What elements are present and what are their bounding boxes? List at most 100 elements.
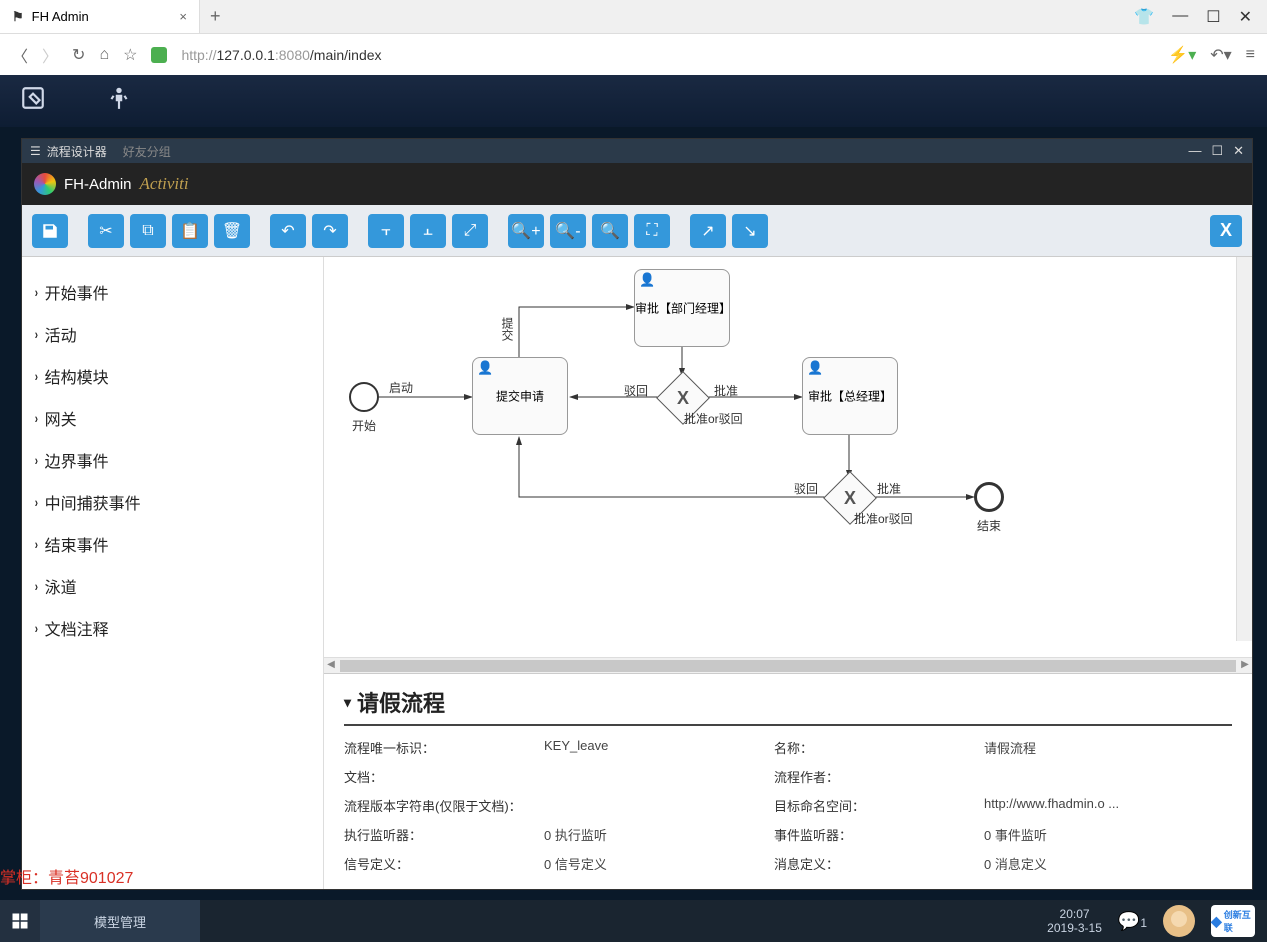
tab-bar: ⚑ FH Admin × + 👕 — ☐ ✕ (0, 0, 1267, 34)
prop-key: 消息定义： (774, 854, 984, 873)
star-icon[interactable]: ☆ (123, 45, 137, 65)
cut-button[interactable]: ✂ (88, 214, 124, 248)
chat-icon[interactable]: 💬1 (1118, 911, 1147, 932)
canvas-wrap: 开始 启动 👤 提交申请 提交 👤 审批【部门经理】 X 批准or驳回 驳回 批… (324, 257, 1252, 889)
modal-tab-friends[interactable]: 好友分组 (123, 143, 171, 160)
back-icon[interactable]: 〈 (12, 43, 28, 67)
zoom-out-button[interactable]: 🔍- (550, 214, 586, 248)
user-icon: 👤 (639, 272, 655, 288)
delete-button[interactable]: 🗑 (214, 214, 250, 248)
same-size-button[interactable]: ⤢ (452, 214, 488, 248)
clock[interactable]: 20:07 2019-3-15 (1047, 907, 1102, 936)
app-header (0, 75, 1267, 127)
user-icon: 👤 (807, 360, 823, 376)
save-button[interactable] (32, 214, 68, 248)
palette-swimlanes[interactable]: 泳道 (34, 565, 311, 607)
align-h-button[interactable]: ⫠ (410, 214, 446, 248)
palette-catch-events[interactable]: 中间捕获事件 (34, 481, 311, 523)
undo-dropdown-icon[interactable]: ↶▾ (1210, 45, 1231, 65)
palette-end-events[interactable]: 结束事件 (34, 523, 311, 565)
modal-tab-designer[interactable]: 流程设计器 (47, 143, 107, 160)
start-node[interactable] (349, 382, 379, 412)
menu-icon[interactable]: ≡ (1246, 46, 1255, 64)
paste-button[interactable]: 📋 (172, 214, 208, 248)
shield-icon[interactable] (151, 47, 167, 63)
prop-value[interactable]: 请假流程 (984, 738, 1232, 757)
flow-reject2-label: 驳回 (794, 480, 818, 497)
canvas[interactable]: 开始 启动 👤 提交申请 提交 👤 审批【部门经理】 X 批准or驳回 驳回 批… (324, 257, 1252, 657)
palette-annotations[interactable]: 文档注释 (34, 607, 311, 649)
window-controls: 👕 — ☐ ✕ (1134, 7, 1267, 27)
prop-key: 流程作者： (774, 767, 984, 786)
url-input[interactable]: http://127.0.0.1:8080/main/index (181, 47, 1154, 63)
palette: 开始事件 活动 结构模块 网关 边界事件 中间捕获事件 结束事件 泳道 文档注释 (22, 257, 324, 889)
task-submit-node[interactable]: 👤 提交申请 (472, 357, 568, 435)
bendpoint-remove-button[interactable]: ↘ (732, 214, 768, 248)
company-logo[interactable]: ◆创新互联 (1211, 905, 1255, 937)
compose-icon[interactable] (20, 85, 46, 118)
tab-favicon: ⚑ (12, 9, 24, 25)
props-title[interactable]: 请假流程 (344, 686, 1232, 726)
user-icon: 👤 (477, 360, 493, 376)
palette-gateways[interactable]: 网关 (34, 397, 311, 439)
prop-value[interactable] (544, 767, 774, 786)
close-x-button[interactable]: X (1210, 215, 1242, 247)
redo-button[interactable]: ↷ (312, 214, 348, 248)
menu-icon[interactable]: ☰ (30, 144, 41, 158)
prop-value[interactable]: 0 执行监听 (544, 825, 774, 844)
palette-activities[interactable]: 活动 (34, 313, 311, 355)
align-v-button[interactable]: ⫟ (368, 214, 404, 248)
h-scrollbar[interactable]: ◀▶ (324, 657, 1252, 673)
prop-key: 事件监听器： (774, 825, 984, 844)
prop-value[interactable]: http://www.fhadmin.o ... (984, 796, 1232, 815)
prop-value[interactable]: 0 消息定义 (984, 854, 1232, 873)
new-tab-button[interactable]: + (200, 6, 231, 27)
task-dept-node[interactable]: 👤 审批【部门经理】 (634, 269, 730, 347)
person-icon[interactable] (106, 85, 132, 118)
v-scrollbar[interactable] (1236, 257, 1252, 641)
tab-title: FH Admin (32, 9, 89, 24)
taskbar-item-model[interactable]: 模型管理 (40, 900, 200, 942)
palette-structural[interactable]: 结构模块 (34, 355, 311, 397)
forward-icon[interactable]: 〉 (42, 43, 58, 67)
zoom-in-button[interactable]: 🔍+ (508, 214, 544, 248)
undo-button[interactable]: ↶ (270, 214, 306, 248)
start-button[interactable] (0, 900, 40, 942)
minimize-icon[interactable]: — (1188, 143, 1201, 159)
bendpoint-add-button[interactable]: ↗ (690, 214, 726, 248)
flow-approve2-label: 批准 (877, 480, 901, 497)
copy-button[interactable]: ⧉ (130, 214, 166, 248)
flow-lines (324, 257, 1252, 657)
browser-tab[interactable]: ⚑ FH Admin × (0, 0, 200, 33)
reload-icon[interactable]: ↻ (72, 45, 85, 65)
bolt-icon[interactable]: ⚡▾ (1168, 45, 1196, 65)
prop-key: 目标命名空间： (774, 796, 984, 815)
zoom-fit-button[interactable]: ⛶ (634, 214, 670, 248)
prop-key: 流程唯一标识： (344, 738, 544, 757)
palette-start-events[interactable]: 开始事件 (34, 271, 311, 313)
home-icon[interactable]: ⌂ (99, 46, 109, 64)
palette-boundary-events[interactable]: 边界事件 (34, 439, 311, 481)
prop-key: 执行监听器： (344, 825, 544, 844)
prop-value[interactable]: 0 事件监听 (984, 825, 1232, 844)
shirt-icon[interactable]: 👕 (1134, 7, 1154, 27)
close-icon[interactable]: ✕ (1239, 7, 1252, 27)
prop-value[interactable] (544, 796, 774, 815)
zoom-reset-button[interactable]: 🔍 (592, 214, 628, 248)
modal-titlebar[interactable]: ☰ 流程设计器 好友分组 — ☐ ✕ (22, 139, 1252, 163)
avatar[interactable] (1163, 905, 1195, 937)
watermark: 掌柜：青苔901027 (0, 864, 133, 888)
close-icon[interactable]: × (179, 9, 187, 24)
close-icon[interactable]: ✕ (1233, 143, 1244, 159)
brand-bar: FH-Admin Activiti (22, 163, 1252, 205)
task-gm-node[interactable]: 👤 审批【总经理】 (802, 357, 898, 435)
minimize-icon[interactable]: — (1172, 7, 1188, 27)
prop-value[interactable]: KEY_leave (544, 738, 774, 757)
prop-value[interactable]: 0 信号定义 (544, 854, 774, 873)
taskbar: 模型管理 20:07 2019-3-15 💬1 ◆创新互联 (0, 900, 1267, 942)
maximize-icon[interactable]: ☐ (1206, 7, 1220, 27)
end-node[interactable] (974, 482, 1004, 512)
prop-value[interactable] (984, 767, 1232, 786)
brand-activiti: Activiti (140, 174, 189, 194)
maximize-icon[interactable]: ☐ (1211, 143, 1223, 159)
